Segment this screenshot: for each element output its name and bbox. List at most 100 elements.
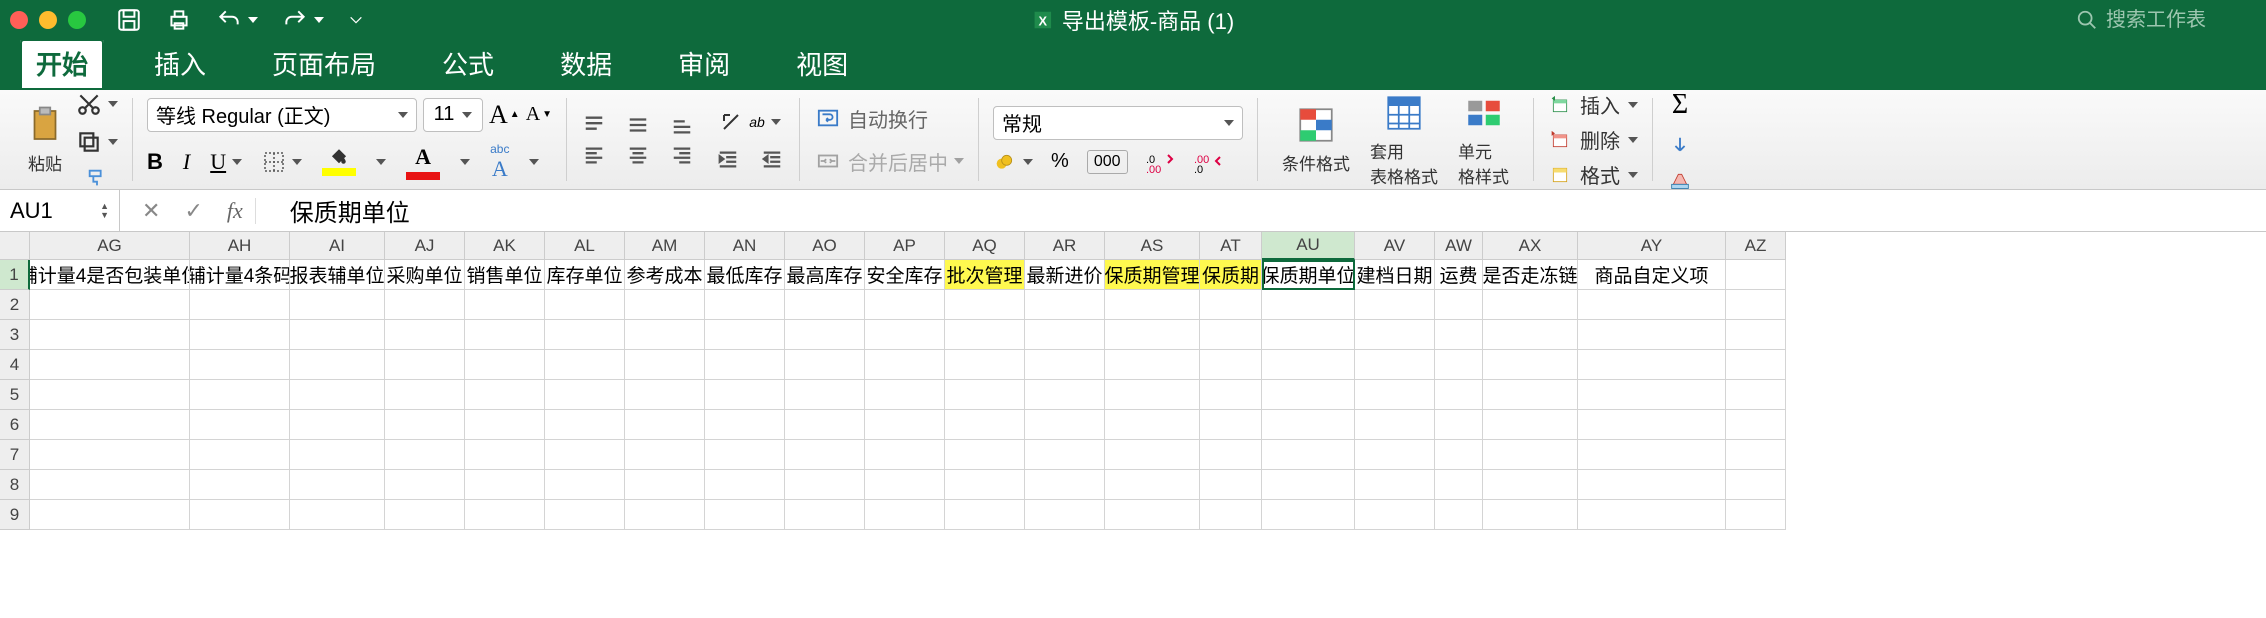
cell-AM6[interactable] bbox=[625, 410, 705, 440]
cell-AO1[interactable]: 最高库存 bbox=[785, 260, 865, 290]
cell-AY3[interactable] bbox=[1578, 320, 1726, 350]
col-header-AK[interactable]: AK bbox=[465, 232, 545, 260]
cell-AO6[interactable] bbox=[785, 410, 865, 440]
customize-qat-icon[interactable] bbox=[348, 7, 364, 33]
cell-AV1[interactable]: 建档日期 bbox=[1355, 260, 1435, 290]
cell-AY5[interactable] bbox=[1578, 380, 1726, 410]
col-header-AW[interactable]: AW bbox=[1435, 232, 1483, 260]
cell-AI6[interactable] bbox=[290, 410, 385, 440]
cell-AX8[interactable] bbox=[1483, 470, 1578, 500]
cell-AY8[interactable] bbox=[1578, 470, 1726, 500]
cell-AP7[interactable] bbox=[865, 440, 945, 470]
cell-AY9[interactable] bbox=[1578, 500, 1726, 530]
cell-styles-button[interactable]: 单元 格样式 bbox=[1448, 92, 1519, 188]
underline-button[interactable]: U bbox=[210, 149, 242, 175]
search-input[interactable] bbox=[2106, 9, 2256, 32]
cell-AP3[interactable] bbox=[865, 320, 945, 350]
cell-AX4[interactable] bbox=[1483, 350, 1578, 380]
cell-AT9[interactable] bbox=[1200, 500, 1262, 530]
cell-AG8[interactable] bbox=[30, 470, 190, 500]
cell-AM3[interactable] bbox=[625, 320, 705, 350]
cell-AQ2[interactable] bbox=[945, 290, 1025, 320]
undo-button[interactable] bbox=[216, 7, 258, 33]
col-header-AM[interactable]: AM bbox=[625, 232, 705, 260]
cell-AN8[interactable] bbox=[705, 470, 785, 500]
cell-AP4[interactable] bbox=[865, 350, 945, 380]
cell-AU7[interactable] bbox=[1262, 440, 1355, 470]
col-header-AX[interactable]: AX bbox=[1483, 232, 1578, 260]
row-header-3[interactable]: 3 bbox=[0, 320, 30, 350]
cell-AV3[interactable] bbox=[1355, 320, 1435, 350]
zoom-window-button[interactable] bbox=[68, 11, 86, 29]
cell-AG7[interactable] bbox=[30, 440, 190, 470]
cell-AJ8[interactable] bbox=[385, 470, 465, 500]
cell-AY4[interactable] bbox=[1578, 350, 1726, 380]
cell-AS8[interactable] bbox=[1105, 470, 1200, 500]
row-header-9[interactable]: 9 bbox=[0, 500, 30, 530]
fill-color-button[interactable] bbox=[322, 148, 356, 176]
search-box[interactable] bbox=[2076, 9, 2256, 32]
cell-AH1[interactable]: 辅计量4条码 bbox=[190, 260, 290, 290]
cut-button[interactable] bbox=[76, 91, 118, 117]
cell-AP9[interactable] bbox=[865, 500, 945, 530]
cell-AL6[interactable] bbox=[545, 410, 625, 440]
cell-AL9[interactable] bbox=[545, 500, 625, 530]
cell-AK2[interactable] bbox=[465, 290, 545, 320]
cell-AS7[interactable] bbox=[1105, 440, 1200, 470]
insert-cells-button[interactable]: 插入 bbox=[1548, 90, 1638, 119]
row-header-7[interactable]: 7 bbox=[0, 440, 30, 470]
col-header-AH[interactable]: AH bbox=[190, 232, 290, 260]
cell-AS6[interactable] bbox=[1105, 410, 1200, 440]
font-name-select[interactable]: 等线 Regular (正文) bbox=[147, 98, 417, 132]
cell-AR4[interactable] bbox=[1025, 350, 1105, 380]
cell-AR6[interactable] bbox=[1025, 410, 1105, 440]
autosum-button[interactable]: Σ bbox=[1672, 89, 1688, 121]
cell-AV2[interactable] bbox=[1355, 290, 1435, 320]
formula-input[interactable] bbox=[278, 197, 2266, 225]
cell-AM7[interactable] bbox=[625, 440, 705, 470]
col-header-AI[interactable]: AI bbox=[290, 232, 385, 260]
conditional-format-button[interactable]: 条件格式 bbox=[1272, 104, 1360, 175]
paste-button[interactable]: 粘贴 bbox=[14, 104, 76, 175]
cell-AM5[interactable] bbox=[625, 380, 705, 410]
cell-AL8[interactable] bbox=[545, 470, 625, 500]
align-bottom-button[interactable] bbox=[669, 114, 695, 136]
cell-AK5[interactable] bbox=[465, 380, 545, 410]
number-format-select[interactable]: 常规 bbox=[993, 106, 1243, 140]
cell-AU8[interactable] bbox=[1262, 470, 1355, 500]
spreadsheet-grid[interactable]: AGAHAIAJAKALAMANAOAPAQARASATAUAVAWAXAYAZ… bbox=[0, 232, 2266, 530]
cell-AG9[interactable] bbox=[30, 500, 190, 530]
decrease-indent-button[interactable] bbox=[715, 148, 741, 170]
cell-AH8[interactable] bbox=[190, 470, 290, 500]
cell-AX2[interactable] bbox=[1483, 290, 1578, 320]
cell-AV4[interactable] bbox=[1355, 350, 1435, 380]
print-icon[interactable] bbox=[166, 7, 192, 33]
select-all-corner[interactable] bbox=[0, 232, 30, 260]
merge-center-button[interactable]: 合并后居中 bbox=[814, 147, 964, 176]
cell-AJ7[interactable] bbox=[385, 440, 465, 470]
cell-AZ9[interactable] bbox=[1726, 500, 1786, 530]
cell-AI7[interactable] bbox=[290, 440, 385, 470]
cell-AT4[interactable] bbox=[1200, 350, 1262, 380]
cell-AY6[interactable] bbox=[1578, 410, 1726, 440]
format-cells-button[interactable]: 格式 bbox=[1548, 160, 1638, 189]
cell-AO5[interactable] bbox=[785, 380, 865, 410]
close-window-button[interactable] bbox=[10, 11, 28, 29]
comma-button[interactable]: 000 bbox=[1087, 150, 1128, 174]
cell-AZ1[interactable] bbox=[1726, 260, 1786, 290]
cell-AI8[interactable] bbox=[290, 470, 385, 500]
cell-AL3[interactable] bbox=[545, 320, 625, 350]
cell-AY7[interactable] bbox=[1578, 440, 1726, 470]
cell-AT2[interactable] bbox=[1200, 290, 1262, 320]
cell-AK9[interactable] bbox=[465, 500, 545, 530]
cell-AK1[interactable]: 销售单位 bbox=[465, 260, 545, 290]
cell-AL1[interactable]: 库存单位 bbox=[545, 260, 625, 290]
cell-AO4[interactable] bbox=[785, 350, 865, 380]
cell-AK8[interactable] bbox=[465, 470, 545, 500]
cell-AH7[interactable] bbox=[190, 440, 290, 470]
cell-AN9[interactable] bbox=[705, 500, 785, 530]
cell-AQ3[interactable] bbox=[945, 320, 1025, 350]
cell-AU4[interactable] bbox=[1262, 350, 1355, 380]
cell-AQ5[interactable] bbox=[945, 380, 1025, 410]
cell-AX3[interactable] bbox=[1483, 320, 1578, 350]
